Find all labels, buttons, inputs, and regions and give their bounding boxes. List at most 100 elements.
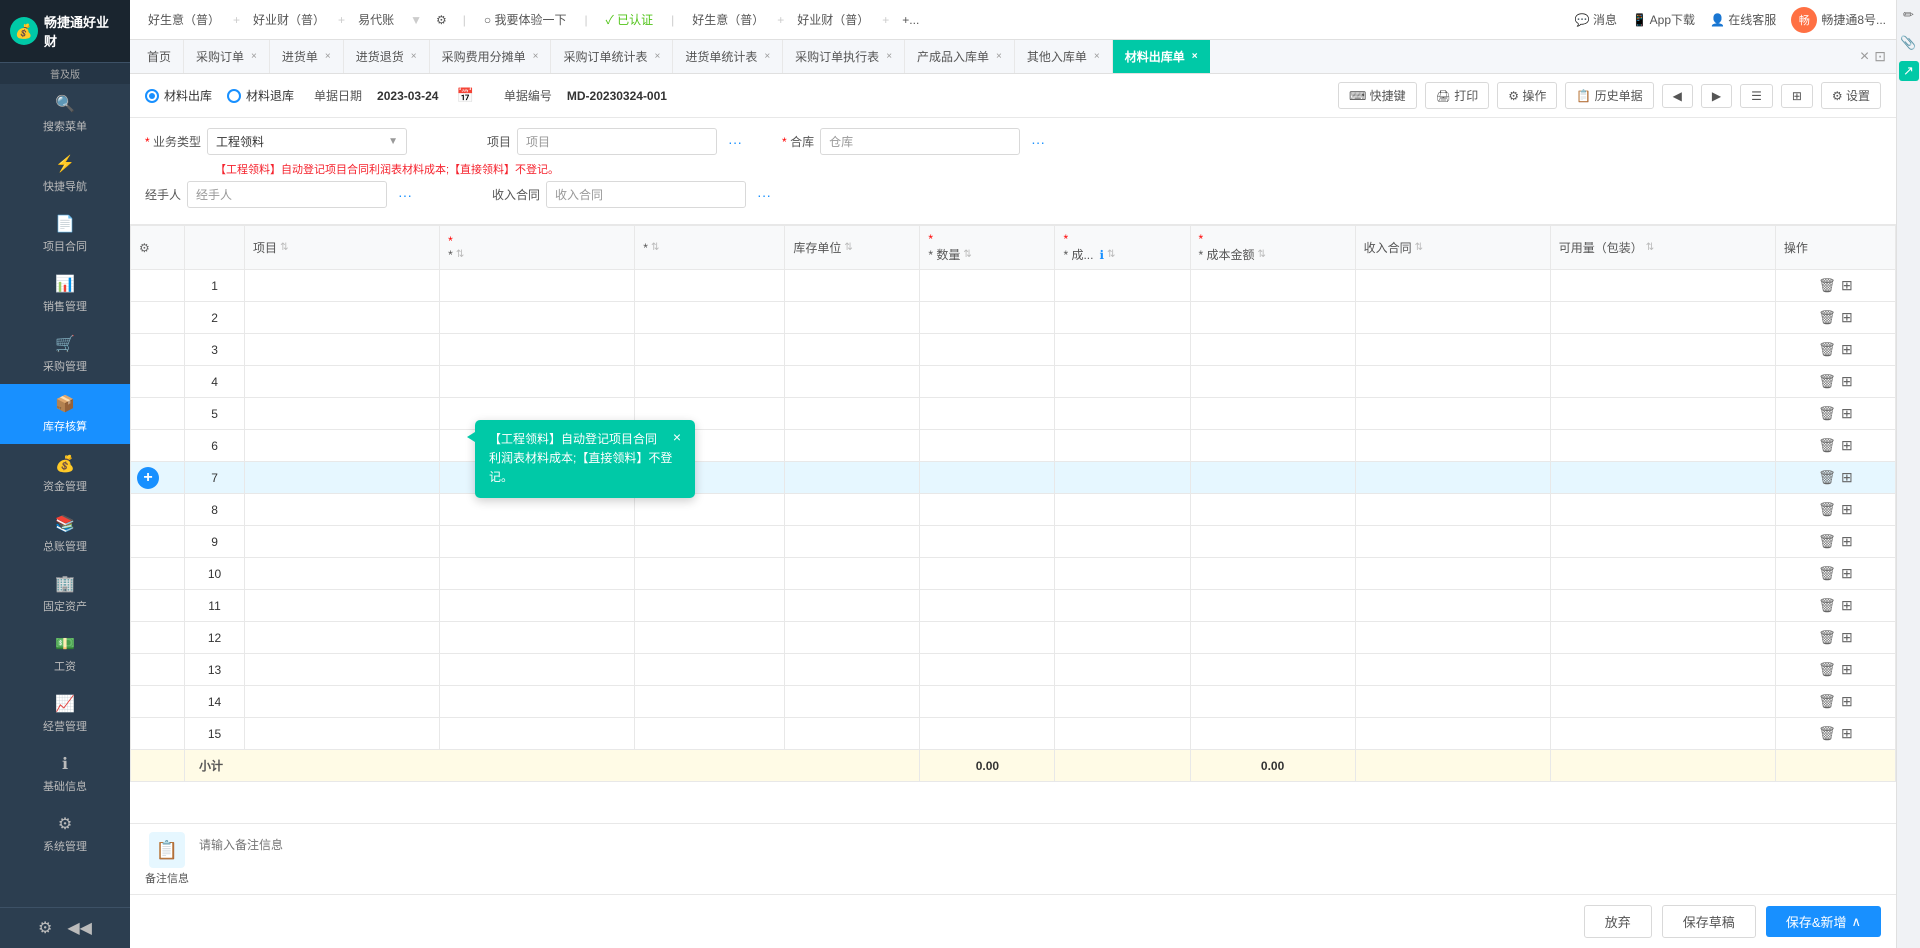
row-spec-cell[interactable] [635, 718, 785, 750]
row-spec-cell[interactable] [635, 558, 785, 590]
row-cost-cell[interactable] [1055, 302, 1190, 334]
print-btn[interactable]: 🖨 打印 [1425, 82, 1490, 109]
row-spec-cell[interactable] [635, 654, 785, 686]
row-spec-cell[interactable] [635, 334, 785, 366]
income-contract-input[interactable]: 收入合同 [546, 181, 746, 208]
row-project-cell[interactable] [245, 398, 440, 430]
sidebar-item-system[interactable]: ⚙ 系统管理 [0, 804, 130, 864]
row-cost-amount-cell[interactable] [1190, 302, 1355, 334]
th-cost-amount[interactable]: * 成本金额 ⇅ [1190, 226, 1355, 270]
topbar-nav2[interactable]: 好生意（普） [684, 7, 772, 32]
row-cost-amount-cell[interactable] [1190, 366, 1355, 398]
radio-material-return[interactable]: 材料退库 [227, 87, 294, 104]
row-cost-amount-cell[interactable] [1190, 718, 1355, 750]
row-quantity-cell[interactable] [920, 622, 1055, 654]
row-quantity-cell[interactable] [920, 718, 1055, 750]
discard-button[interactable]: 放弃 [1584, 905, 1652, 938]
table-settings-icon[interactable]: ⚙ [139, 241, 150, 255]
copy-row-icon[interactable]: ⊞ [1841, 437, 1853, 454]
row-project-cell[interactable] [245, 334, 440, 366]
settings-button[interactable]: ⚙ 设置 [1821, 82, 1881, 109]
row-cost-amount-cell[interactable] [1190, 622, 1355, 654]
row-cost-amount-cell[interactable] [1190, 526, 1355, 558]
radio-material-out[interactable]: 材料出库 [145, 87, 212, 104]
close-tab-purchase-stats[interactable]: × [654, 51, 660, 62]
row-material-cell[interactable] [440, 270, 635, 302]
row-income-contract-cell[interactable] [1355, 398, 1550, 430]
row-cost-cell[interactable] [1055, 558, 1190, 590]
row-cost-amount-cell[interactable] [1190, 462, 1355, 494]
shortcut-btn[interactable]: ⌨ 快捷键 [1338, 82, 1417, 109]
sidebar-item-inventory[interactable]: 📦 库存核算 [0, 384, 130, 444]
row-quantity-cell[interactable] [920, 462, 1055, 494]
topbar-nav3[interactable]: 好业财（普） [789, 7, 877, 32]
row-income-contract-cell[interactable] [1355, 462, 1550, 494]
sidebar-item-assets[interactable]: 🏢 固定资产 [0, 564, 130, 624]
tab-inbound[interactable]: 进货单 × [270, 40, 344, 73]
history-btn[interactable]: 📋 历史单据 [1565, 82, 1653, 109]
copy-row-icon[interactable]: ⊞ [1841, 725, 1853, 742]
next-record-btn[interactable]: ▶ [1701, 84, 1732, 108]
sidebar-item-shortcuts[interactable]: ⚡ 快捷导航 [0, 144, 130, 204]
topbar-message[interactable]: 💬 消息 [1575, 11, 1617, 28]
save-new-button[interactable]: 保存&新增 ∧ [1766, 906, 1881, 937]
sidebar-item-project[interactable]: 📄 项目合同 [0, 204, 130, 264]
row-income-contract-cell[interactable] [1355, 430, 1550, 462]
row-cost-cell[interactable] [1055, 334, 1190, 366]
sidebar-item-ledger[interactable]: 📚 总账管理 [0, 504, 130, 564]
delete-row-icon[interactable]: 🗑 [1818, 277, 1836, 294]
copy-row-icon[interactable]: ⊞ [1841, 501, 1853, 518]
calendar-icon[interactable]: 📅 [456, 87, 473, 104]
row-cost-cell[interactable] [1055, 462, 1190, 494]
row-quantity-cell[interactable] [920, 654, 1055, 686]
row-material-cell[interactable] [440, 526, 635, 558]
project-more-btn[interactable]: ··· [728, 134, 742, 150]
delete-row-icon[interactable]: 🗑 [1818, 309, 1836, 326]
row-material-cell[interactable] [440, 654, 635, 686]
row-quantity-cell[interactable] [920, 398, 1055, 430]
row-income-contract-cell[interactable] [1355, 654, 1550, 686]
tab-purchase-exec[interactable]: 采购订单执行表 × [783, 40, 905, 73]
row-cost-cell[interactable] [1055, 430, 1190, 462]
notes-icon[interactable]: 📋 [149, 832, 185, 868]
warehouse-more-btn[interactable]: ··· [1031, 134, 1045, 150]
delete-row-icon[interactable]: 🗑 [1818, 693, 1836, 710]
row-income-contract-cell[interactable] [1355, 366, 1550, 398]
row-material-cell[interactable] [440, 590, 635, 622]
sidebar-item-finance[interactable]: 💰 资金管理 [0, 444, 130, 504]
topbar-app-download[interactable]: 📱 App下载 [1632, 11, 1695, 28]
copy-row-icon[interactable]: ⊞ [1841, 277, 1853, 294]
row-cost-amount-cell[interactable] [1190, 430, 1355, 462]
row-quantity-cell[interactable] [920, 366, 1055, 398]
close-tab-other-inbound[interactable]: × [1094, 51, 1100, 62]
sidebar-item-salary[interactable]: 💵 工资 [0, 624, 130, 684]
tab-inbound-stats[interactable]: 进货单统计表 × [673, 40, 783, 73]
row-spec-cell[interactable] [635, 270, 785, 302]
topbar-support[interactable]: 👤 在线客服 [1710, 11, 1776, 28]
sidebar-item-basic[interactable]: ℹ 基础信息 [0, 744, 130, 804]
row-spec-cell[interactable] [635, 686, 785, 718]
row-spec-cell[interactable] [635, 622, 785, 654]
row-cost-amount-cell[interactable] [1190, 686, 1355, 718]
row-cost-amount-cell[interactable] [1190, 590, 1355, 622]
row-project-cell[interactable] [245, 718, 440, 750]
delete-row-icon[interactable]: 🗑 [1818, 501, 1836, 518]
row-income-contract-cell[interactable] [1355, 718, 1550, 750]
row-project-cell[interactable] [245, 366, 440, 398]
topbar-certified[interactable]: ✓ 已认证 [598, 7, 662, 32]
topbar-user[interactable]: 畅 畅捷通8号... [1791, 7, 1886, 33]
close-all-tabs[interactable]: × [1860, 48, 1869, 66]
tab-product-inbound[interactable]: 产成品入库单 × [905, 40, 1015, 73]
topbar-experience[interactable]: ○ 我要体验一下 [476, 7, 575, 32]
th-material[interactable]: * ⇅ [440, 226, 635, 270]
row-spec-cell[interactable] [635, 302, 785, 334]
list-view-btn[interactable]: ☰ [1740, 84, 1773, 108]
row-spec-cell[interactable] [635, 526, 785, 558]
row-income-contract-cell[interactable] [1355, 686, 1550, 718]
row-project-cell[interactable] [245, 590, 440, 622]
row-material-cell[interactable] [440, 302, 635, 334]
row-project-cell[interactable] [245, 526, 440, 558]
row-cost-cell[interactable] [1055, 686, 1190, 718]
row-cost-cell[interactable] [1055, 494, 1190, 526]
close-tab-material-outbound[interactable]: × [1192, 51, 1198, 62]
